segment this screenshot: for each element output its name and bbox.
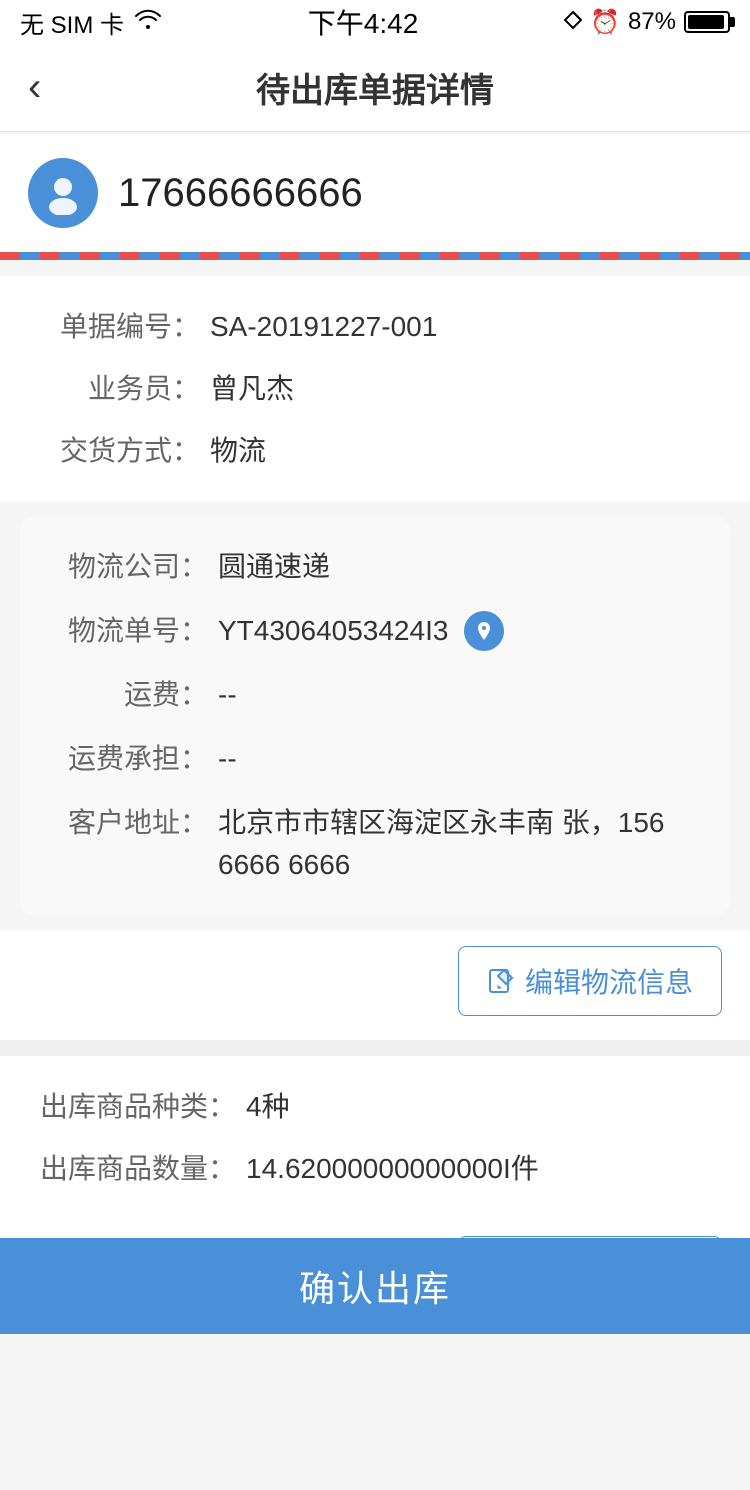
sales-rep-value: 曾凡杰 — [210, 368, 710, 410]
logistics-company-row: 物流公司： 圆通速递 — [48, 546, 702, 588]
quantity-label: 出库商品数量： — [40, 1148, 236, 1190]
page-title: 待出库单据详情 — [256, 63, 494, 112]
order-number-label: 单据编号： — [40, 306, 200, 348]
freight-bearer-label: 运费承担： — [48, 738, 208, 780]
status-bar: 无 SIM 卡 下午4:42 ⏰ 87% — [0, 0, 750, 44]
logistics-company-value: 圆通速递 — [218, 546, 702, 588]
sales-rep-label: 业务员： — [40, 368, 200, 410]
order-info-section: 单据编号： SA-20191227-001 业务员： 曾凡杰 交货方式： 物流 — [0, 276, 750, 502]
delivery-value: 物流 — [210, 430, 710, 472]
quantity-value: 14.62000000000000I件 — [246, 1148, 710, 1190]
freight-bearer-value: -- — [218, 738, 702, 780]
status-left: 无 SIM 卡 — [20, 5, 162, 40]
logistics-tracking-row: 物流单号： YT43064053424I3 — [48, 610, 702, 652]
category-label: 出库商品种类： — [40, 1086, 236, 1128]
freight-bearer-row: 运费承担： -- — [48, 738, 702, 780]
edit-logistics-button[interactable]: 编辑物流信息 — [458, 946, 722, 1016]
status-time: 下午4:42 — [308, 2, 419, 42]
delivery-row: 交货方式： 物流 — [40, 430, 710, 472]
battery-percent: 87% — [628, 8, 676, 36]
quantity-row: 出库商品数量： 14.62000000000000I件 — [40, 1148, 710, 1190]
edit-logistics-label: 编辑物流信息 — [525, 961, 693, 1001]
tracking-location-icon[interactable] — [464, 611, 504, 651]
stats-section: 出库商品种类： 4种 出库商品数量： 14.62000000000000I件 — [0, 1056, 750, 1220]
logistics-tracking-label: 物流单号： — [48, 610, 208, 652]
delivery-label: 交货方式： — [40, 430, 200, 472]
confirm-btn-wrap: 确认出库 — [0, 1238, 750, 1334]
address-row: 客户地址： 北京市市辖区海淀区永丰南 张，156 6666 6666 — [48, 802, 702, 886]
edit-btn-row: 编辑物流信息 — [0, 930, 750, 1040]
dashed-separator — [0, 252, 750, 260]
confirm-outbound-button[interactable]: 确认出库 — [0, 1238, 750, 1334]
freight-row: 运费： -- — [48, 674, 702, 716]
customer-phone: 17666666666 — [118, 171, 363, 216]
freight-label: 运费： — [48, 674, 208, 716]
category-value: 4种 — [246, 1086, 710, 1128]
category-row: 出库商品种类： 4种 — [40, 1086, 710, 1128]
nav-bar: ‹ 待出库单据详情 — [0, 44, 750, 132]
address-value: 北京市市辖区海淀区永丰南 张，156 6666 6666 — [218, 802, 702, 886]
logistics-company-label: 物流公司： — [48, 546, 208, 588]
logistics-tracking-value: YT43064053424I3 — [218, 610, 702, 652]
order-number-value: SA-20191227-001 — [210, 306, 710, 348]
order-number-row: 单据编号： SA-20191227-001 — [40, 306, 710, 348]
location-status-icon — [564, 8, 582, 36]
section-divider — [0, 1040, 750, 1056]
sales-rep-row: 业务员： 曾凡杰 — [40, 368, 710, 410]
back-button[interactable]: ‹ — [28, 65, 41, 110]
avatar — [28, 158, 98, 228]
wifi-icon — [134, 8, 162, 36]
freight-value: -- — [218, 674, 702, 716]
alarm-icon: ⏰ — [590, 8, 620, 37]
carrier-label: 无 SIM 卡 — [20, 5, 124, 40]
battery-icon — [684, 11, 730, 33]
edit-icon — [487, 967, 515, 995]
bottom-spacer — [0, 1330, 750, 1490]
address-label: 客户地址： — [48, 802, 208, 844]
status-right: ⏰ 87% — [564, 8, 730, 37]
logistics-card: 物流公司： 圆通速递 物流单号： YT43064053424I3 运费： -- … — [20, 518, 730, 914]
customer-header: 17666666666 — [0, 134, 750, 252]
